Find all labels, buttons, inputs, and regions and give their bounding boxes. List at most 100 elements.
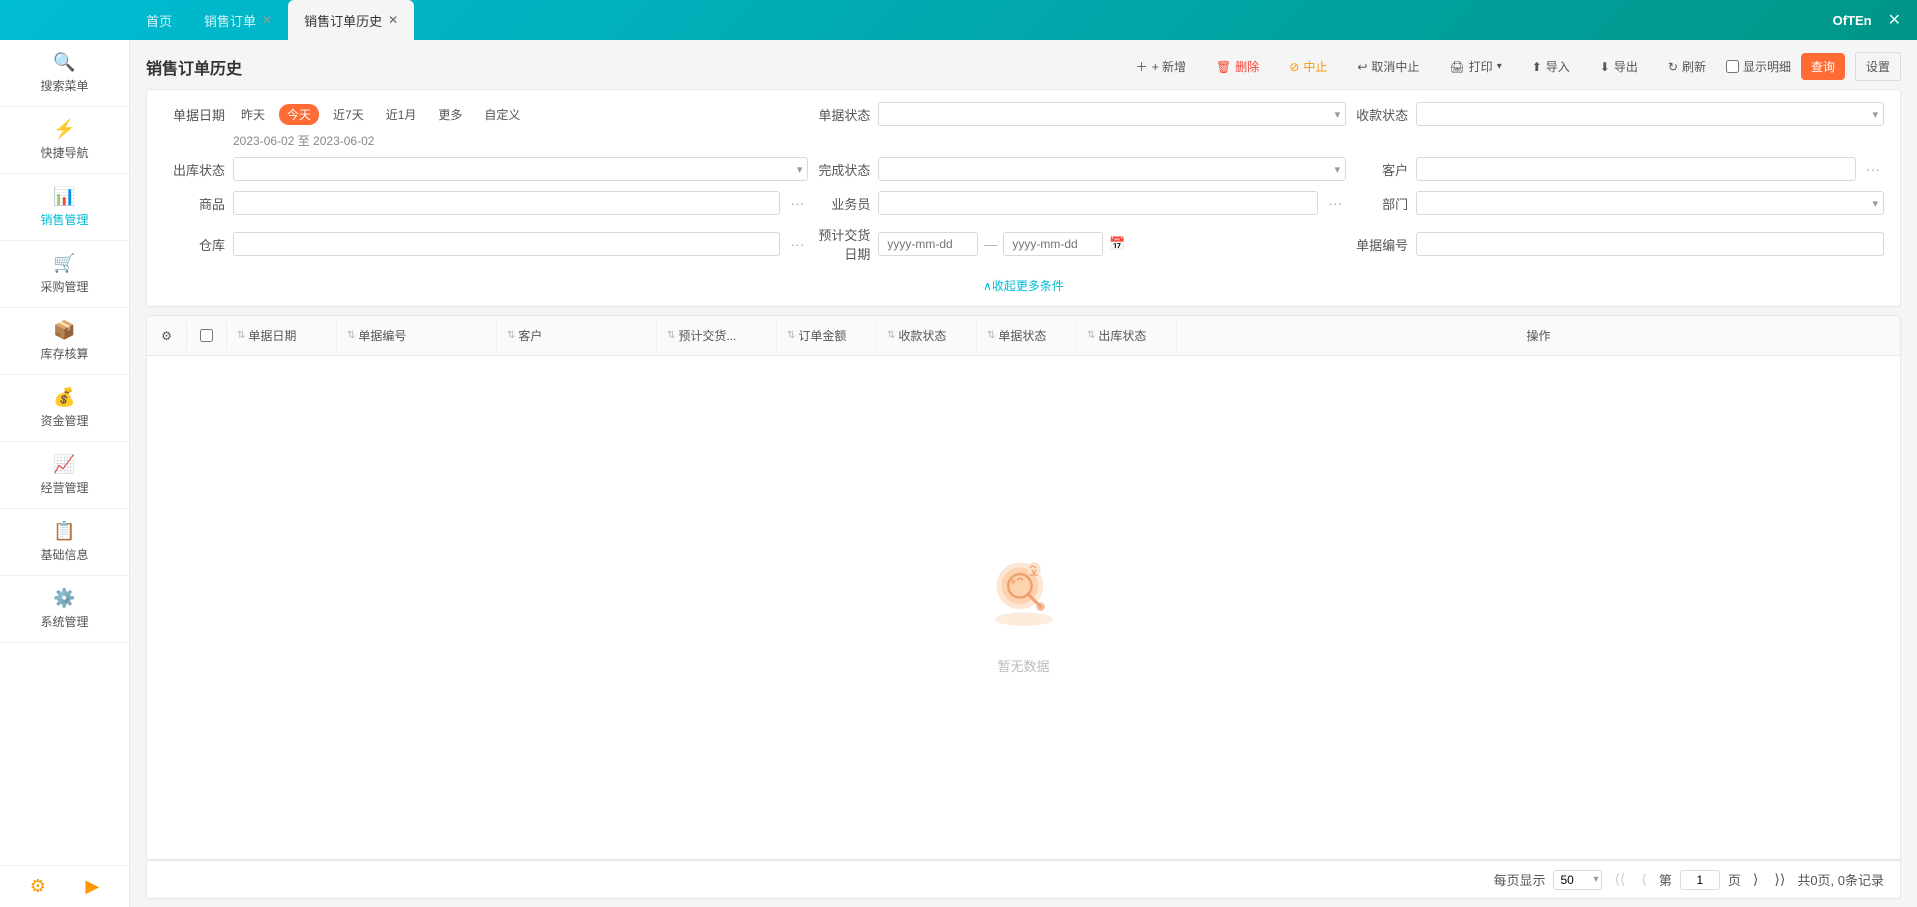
new-button[interactable]: ＋ + 新增 [1126,53,1196,80]
sidebar-item-business-label: 经营管理 [40,479,88,496]
sidebar-item-purchase-mgmt[interactable]: 🛒 采购管理 [0,241,129,308]
top-bar: 首页 销售订单 ✕ 销售订单历史 ✕ OfTEn ✕ [0,0,1917,40]
sort-icon: ⇅ [237,330,245,341]
salesperson-input[interactable] [878,191,1318,215]
sidebar-item-sys-mgmt[interactable]: ⚙️ 系统管理 [0,576,129,643]
select-all-checkbox[interactable] [200,329,213,342]
customer-input[interactable] [1416,157,1856,181]
window-close-btn[interactable]: ✕ [1888,10,1901,30]
sidebar-item-finance[interactable]: 💰 资金管理 [0,375,129,442]
delivery-to-input[interactable] [1003,232,1103,256]
th-doc-status[interactable]: ⇅ 单据状态 [977,319,1077,352]
sidebar-item-quick-nav[interactable]: ⚡ 快捷导航 [0,107,129,174]
docno-input[interactable] [1416,232,1884,256]
complete-status-select[interactable] [878,157,1346,181]
th-customer[interactable]: ⇅ 客户 [497,319,657,352]
th-doc-date[interactable]: ⇅ 单据日期 [227,319,337,352]
first-page-btn[interactable]: ⟨⟨ [1610,869,1629,890]
delete-label: 删除 [1235,58,1259,75]
quick-nav-icon: ⚡ [53,119,75,140]
department-label: 部门 [1346,194,1416,213]
warehouse-input[interactable] [233,232,780,256]
sidebar-item-business[interactable]: 📈 经营管理 [0,442,129,509]
last1month-badge[interactable]: 近1月 [378,104,425,125]
tab-sales-order[interactable]: 销售订单 ✕ [188,0,288,40]
today-badge[interactable]: 今天 [279,104,319,125]
salesperson-control: ··· [878,191,1346,215]
filter-docno-col: 单据编号 [1346,232,1884,256]
next-page-btn[interactable]: ⟩ [1749,869,1762,890]
filter-out-status-col: 出库状态 ▾ [163,157,808,181]
delivery-from-input[interactable] [878,232,978,256]
display-detail-toggle[interactable]: 显示明细 [1726,58,1791,75]
receipt-status-select[interactable] [1416,102,1884,126]
date-range-text: 2023-06-02 至 2023-06-02 [233,132,374,149]
filter-complete-status-col: 完成状态 ▾ [808,157,1346,181]
filter-row-1: 单据日期 昨天 今天 近7天 近1月 更多 自定义 单据状态 [163,102,1884,126]
goods-control: ··· [233,191,808,215]
tab-sales-order-history-label: 销售订单历史 [304,11,382,30]
export-icon: ⬇ [1600,60,1610,74]
custom-badge[interactable]: 自定义 [476,104,528,125]
export-button[interactable]: ⬇ 导出 [1590,53,1648,80]
th-settings[interactable]: ⚙ [147,321,187,351]
tab-sales-order-history-close[interactable]: ✕ [388,13,398,27]
tab-sales-order-history[interactable]: 销售订单历史 ✕ [288,0,414,40]
empty-illustration [974,540,1074,640]
per-page-select[interactable]: 10 20 50 100 [1553,870,1602,890]
import-button[interactable]: ⬆ 导入 [1522,53,1580,80]
base-info-icon: 📋 [53,521,75,542]
sidebar-expand-icon[interactable]: ▶ [85,876,99,897]
th-doc-no-label: 单据编号 [358,327,406,344]
sidebar-item-inventory[interactable]: 📦 库存核算 [0,308,129,375]
th-receipt-status[interactable]: ⇅ 收款状态 [877,319,977,352]
delete-button[interactable]: 🗑 删除 [1206,53,1269,80]
th-delivery[interactable]: ⇅ 预计交货... [657,319,777,352]
search-menu-icon: 🔍 [53,52,75,73]
refresh-button[interactable]: ↻ 刷新 [1658,53,1716,80]
out-status-select[interactable] [233,157,808,181]
page-number-input[interactable] [1680,870,1720,890]
th-out-status[interactable]: ⇅ 出库状态 [1077,319,1177,352]
sidebar-item-sales-mgmt-label: 销售管理 [40,211,88,228]
salesperson-more-icon[interactable]: ··· [1324,193,1346,213]
page-title: 销售订单历史 [146,55,242,79]
total-records-text: 共0页, 0条记录 [1797,870,1884,889]
collapse-row[interactable]: ∧ 收起更多条件 [163,273,1884,294]
tab-home[interactable]: 首页 [130,0,188,40]
th-checkbox[interactable] [187,321,227,350]
last7days-badge[interactable]: 近7天 [325,104,372,125]
tab-sales-order-close[interactable]: ✕ [262,13,272,27]
stop-button[interactable]: ⊘ 中止 [1279,53,1337,80]
department-select[interactable] [1416,191,1884,215]
customer-more-icon[interactable]: ··· [1862,159,1884,179]
sidebar-item-sales-mgmt[interactable]: 📊 销售管理 [0,174,129,241]
main-content: 销售订单历史 ＋ + 新增 🗑 删除 ⊘ 中止 ↩ 取消中止 [130,40,1917,907]
yesterday-badge[interactable]: 昨天 [233,104,273,125]
display-detail-checkbox[interactable] [1726,60,1739,73]
th-amount[interactable]: ⇅ 订单金额 [777,319,877,352]
sidebar-settings-icon[interactable]: ⚙ [30,876,46,897]
query-button[interactable]: 查询 [1801,53,1845,80]
delivery-cal-icon[interactable]: 📅 [1109,236,1125,252]
cancel-stop-button[interactable]: ↩ 取消中止 [1347,53,1429,80]
goods-input[interactable] [233,191,780,215]
th-delivery-label: 预计交货... [678,327,736,344]
prev-page-btn[interactable]: ⟨ [1637,869,1650,890]
more-badge[interactable]: 更多 [430,104,470,125]
toolbar: ＋ + 新增 🗑 删除 ⊘ 中止 ↩ 取消中止 🖨 打印 [1126,52,1901,81]
th-doc-no[interactable]: ⇅ 单据编号 [337,319,497,352]
empty-state: 暂无数据 [147,356,1900,859]
settings-button[interactable]: 设置 [1855,52,1901,81]
sidebar-item-quick-nav-label: 快捷导航 [40,144,88,161]
finance-icon: 💰 [53,387,75,408]
goods-more-icon[interactable]: ··· [786,193,808,213]
sidebar-item-base-info[interactable]: 📋 基础信息 [0,509,129,576]
doc-status-select[interactable] [878,102,1346,126]
warehouse-more-icon[interactable]: ··· [786,234,808,254]
sidebar-item-search-menu[interactable]: 🔍 搜索菜单 [0,40,129,107]
sort-icon-docno: ⇅ [347,330,355,341]
last-page-btn[interactable]: ⟩⟩ [1770,869,1789,890]
print-button[interactable]: 🖨 打印 ▾ [1439,53,1511,80]
sidebar-bottom: ⚙ ▶ [0,865,129,907]
